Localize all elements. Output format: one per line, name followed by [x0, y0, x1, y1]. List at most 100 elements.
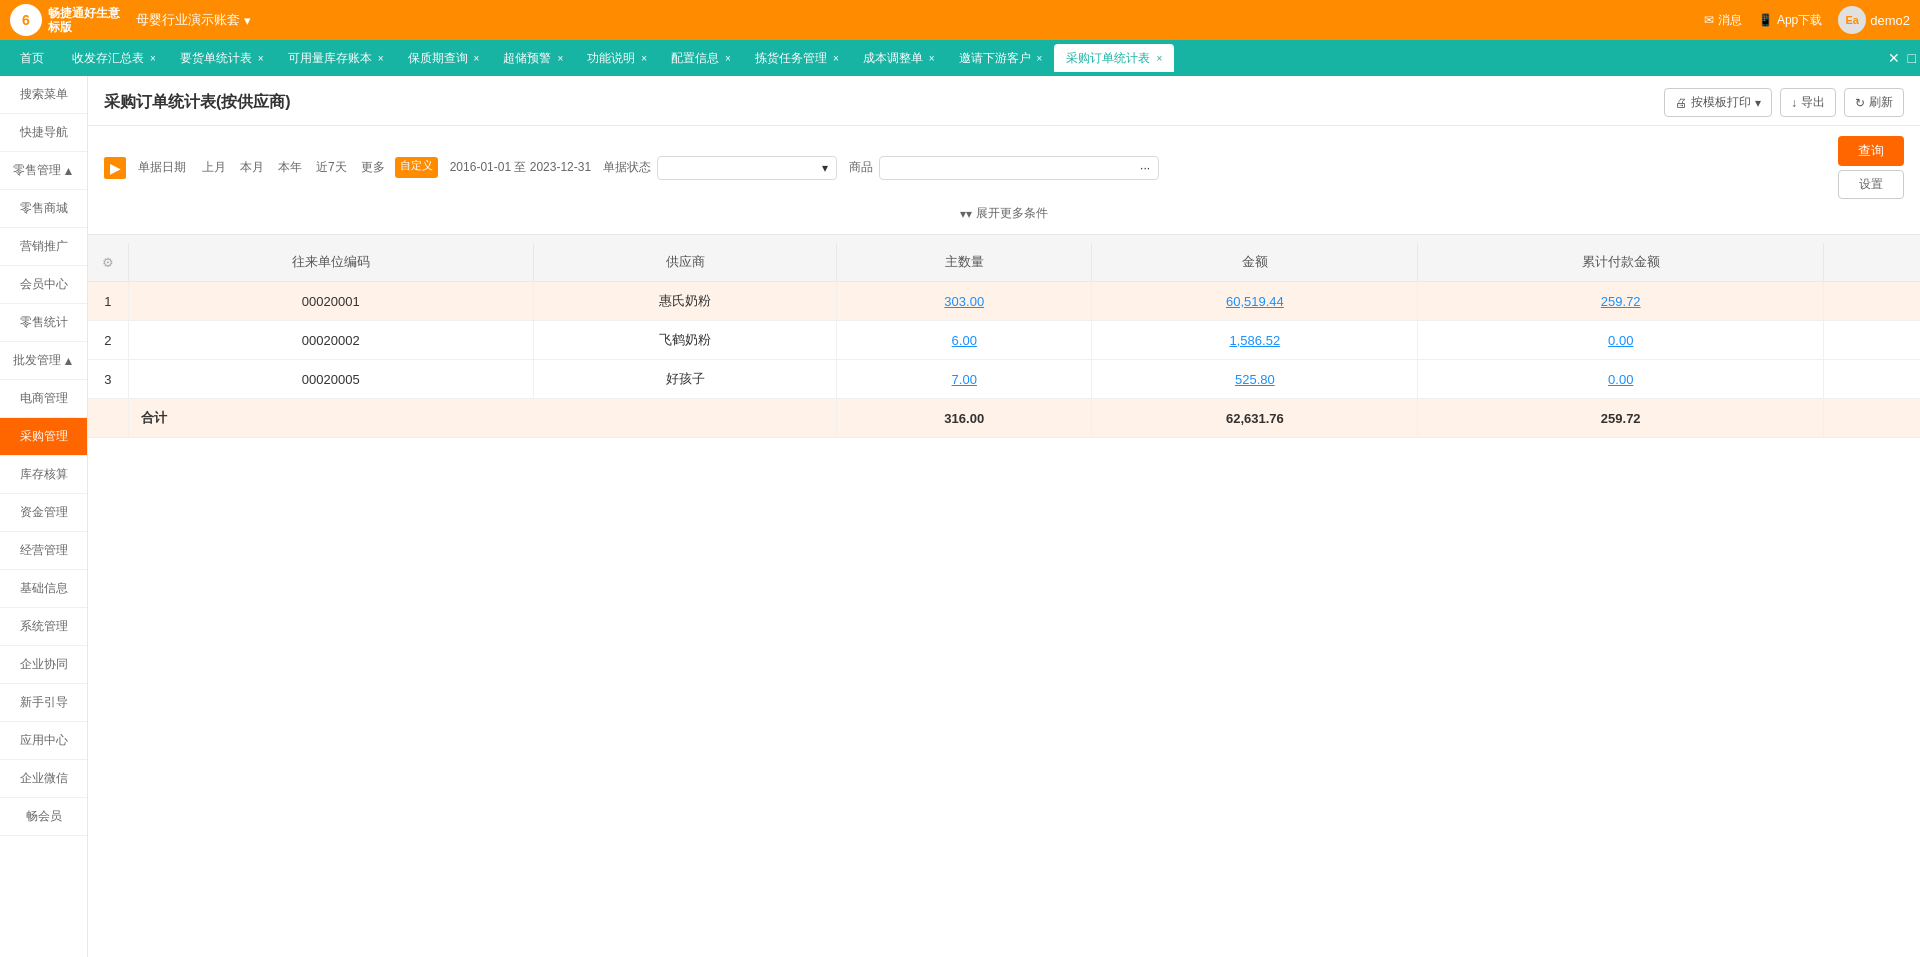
tab-config-info[interactable]: 配置信息 × — [659, 44, 743, 72]
table-footer: 合计 316.00 62,631.76 259.72 — [88, 399, 1920, 438]
sidebar-item-retail-shop[interactable]: 零售商城 — [0, 190, 87, 228]
tab-cost-adjust[interactable]: 成本调整单 × — [851, 44, 947, 72]
tab-home[interactable]: 首页 — [4, 44, 60, 72]
refresh-button[interactable]: ↻ 刷新 — [1844, 88, 1904, 117]
row-extra — [1824, 360, 1921, 399]
sidebar-item-retail[interactable]: 零售管理 ▲ — [0, 152, 87, 190]
date-btn-7days[interactable]: 近7天 — [312, 157, 351, 178]
sidebar-item-quick-nav[interactable]: 快捷导航 — [0, 114, 87, 152]
col-supplier: 供应商 — [534, 243, 837, 282]
date-custom-tag[interactable]: 自定义 — [395, 157, 438, 178]
col-unit-code: 往来单位编码 — [128, 243, 534, 282]
close-tab-icon[interactable]: × — [557, 53, 563, 64]
sidebar-item-wholesale[interactable]: 批发管理 ▲ — [0, 342, 87, 380]
sidebar-item-retail-stats[interactable]: 零售统计 — [0, 304, 87, 342]
app-download-button[interactable]: 📱 App下载 — [1758, 12, 1822, 29]
sidebar-item-basic-info[interactable]: 基础信息 — [0, 570, 87, 608]
page-actions: 🖨 按模板打印 ▾ ↓ 导出 ↻ 刷新 — [1664, 88, 1904, 117]
close-tab-icon[interactable]: × — [378, 53, 384, 64]
sidebar-item-ecommerce[interactable]: 电商管理 — [0, 380, 87, 418]
row-qty[interactable]: 6.00 — [837, 321, 1092, 360]
row-amount[interactable]: 525.80 — [1092, 360, 1418, 399]
row-paid[interactable]: 0.00 — [1418, 321, 1824, 360]
goods-filter: 商品 ··· — [849, 156, 1159, 180]
row-qty[interactable]: 7.00 — [837, 360, 1092, 399]
sidebar-item-finance[interactable]: 资金管理 — [0, 494, 87, 532]
close-tab-icon[interactable]: × — [725, 53, 731, 64]
row-extra — [1824, 282, 1921, 321]
message-button[interactable]: ✉ 消息 — [1704, 12, 1742, 29]
template-print-button[interactable]: 🖨 按模板打印 ▾ — [1664, 88, 1772, 117]
logo-area: 6 畅捷通好生意 标版 — [10, 4, 120, 36]
row-amount[interactable]: 1,586.52 — [1092, 321, 1418, 360]
tab-overstock-warning[interactable]: 超储预警 × — [491, 44, 575, 72]
close-tab-icon[interactable]: × — [1037, 53, 1043, 64]
sidebar-item-inventory[interactable]: 库存核算 — [0, 456, 87, 494]
refresh-icon: ↻ — [1855, 96, 1865, 110]
sidebar-item-new-guide[interactable]: 新手引导 — [0, 684, 87, 722]
close-tab-icon[interactable]: × — [474, 53, 480, 64]
settings-button[interactable]: 设置 — [1838, 170, 1904, 199]
close-all-tabs-button[interactable]: ✕ — [1888, 50, 1900, 66]
workspace-selector[interactable]: 母婴行业演示账套 ▾ — [128, 7, 259, 33]
avatar: Ea — [1838, 6, 1866, 34]
date-btn-this-month[interactable]: 本月 — [236, 157, 268, 178]
col-paid: 累计付款金额 — [1418, 243, 1824, 282]
filter-toggle[interactable]: ▶ — [104, 157, 126, 179]
sidebar-item-member[interactable]: 会员中心 — [0, 266, 87, 304]
status-label: 单据状态 — [603, 159, 651, 176]
row-extra — [1824, 321, 1921, 360]
nav-tabs: 首页 收发存汇总表 × 要货单统计表 × 可用量库存账本 × 保质期查询 × 超… — [0, 40, 1920, 76]
sidebar-item-vip[interactable]: 畅会员 — [0, 798, 87, 836]
tab-goods-stats[interactable]: 要货单统计表 × — [168, 44, 276, 72]
goods-input[interactable]: ··· — [879, 156, 1159, 180]
sidebar-item-system[interactable]: 系统管理 — [0, 608, 87, 646]
sidebar-item-app-center[interactable]: 应用中心 — [0, 722, 87, 760]
date-btn-more[interactable]: 更多 — [357, 157, 389, 178]
status-select[interactable]: ▾ — [657, 156, 837, 180]
close-tab-icon[interactable]: × — [258, 53, 264, 64]
close-tab-icon[interactable]: × — [833, 53, 839, 64]
date-btn-last-month[interactable]: 上月 — [198, 157, 230, 178]
row-paid[interactable]: 0.00 — [1418, 360, 1824, 399]
expand-more-button[interactable]: ▾▾ 展开更多条件 — [104, 199, 1904, 224]
logo-icon: 6 — [10, 4, 42, 36]
filter-row-1: ▶ 单据日期 上月 本月 本年 近7天 更多 自定义 2016-01-01 至 … — [104, 136, 1904, 199]
tab-purchase-stats[interactable]: 采购订单统计表 × — [1054, 44, 1174, 72]
table-row: 3 00020005 好孩子 7.00 525.80 0.00 — [88, 360, 1920, 399]
export-button[interactable]: ↓ 导出 — [1780, 88, 1836, 117]
dropdown-arrow-icon: ▾ — [822, 161, 828, 175]
tab-invite-downstream[interactable]: 邀请下游客户 × — [947, 44, 1055, 72]
row-qty[interactable]: 303.00 — [837, 282, 1092, 321]
tab-pick-task[interactable]: 拣货任务管理 × — [743, 44, 851, 72]
query-button[interactable]: 查询 — [1838, 136, 1904, 166]
footer-row: 合计 316.00 62,631.76 259.72 — [88, 399, 1920, 438]
main-content: 采购订单统计表(按供应商) 🖨 按模板打印 ▾ ↓ 导出 ↻ 刷新 — [88, 76, 1920, 957]
sidebar-item-search[interactable]: 搜索菜单 — [0, 76, 87, 114]
tab-warranty-query[interactable]: 保质期查询 × — [396, 44, 492, 72]
sidebar: 搜索菜单 快捷导航 零售管理 ▲ 零售商城 营销推广 会员中心 零售统计 批发管… — [0, 76, 88, 957]
close-tab-icon[interactable]: × — [641, 53, 647, 64]
tab-receive-summary[interactable]: 收发存汇总表 × — [60, 44, 168, 72]
row-paid[interactable]: 259.72 — [1418, 282, 1824, 321]
maximize-button[interactable]: □ — [1908, 50, 1916, 66]
sidebar-item-enterprise-wechat[interactable]: 企业微信 — [0, 760, 87, 798]
sidebar-item-marketing[interactable]: 营销推广 — [0, 228, 87, 266]
expand-icon: ▲ — [63, 164, 75, 178]
user-area[interactable]: Ea demo2 — [1838, 6, 1910, 34]
tab-function-desc[interactable]: 功能说明 × — [575, 44, 659, 72]
close-tab-icon[interactable]: × — [150, 53, 156, 64]
close-tab-icon[interactable]: × — [1156, 53, 1162, 64]
settings-col-header[interactable]: ⚙ — [88, 243, 128, 282]
tab-available-stock[interactable]: 可用量库存账本 × — [276, 44, 396, 72]
footer-empty — [88, 399, 128, 438]
printer-icon: 🖨 — [1675, 96, 1687, 110]
page-header: 采购订单统计表(按供应商) 🖨 按模板打印 ▾ ↓ 导出 ↻ 刷新 — [88, 76, 1920, 126]
close-tab-icon[interactable]: × — [929, 53, 935, 64]
sidebar-item-operation[interactable]: 经营管理 — [0, 532, 87, 570]
date-btn-this-year[interactable]: 本年 — [274, 157, 306, 178]
top-bar-right: ✉ 消息 📱 App下载 Ea demo2 — [1704, 6, 1910, 34]
sidebar-item-purchase[interactable]: 采购管理 — [0, 418, 87, 456]
row-amount[interactable]: 60,519.44 — [1092, 282, 1418, 321]
sidebar-item-enterprise[interactable]: 企业协同 — [0, 646, 87, 684]
